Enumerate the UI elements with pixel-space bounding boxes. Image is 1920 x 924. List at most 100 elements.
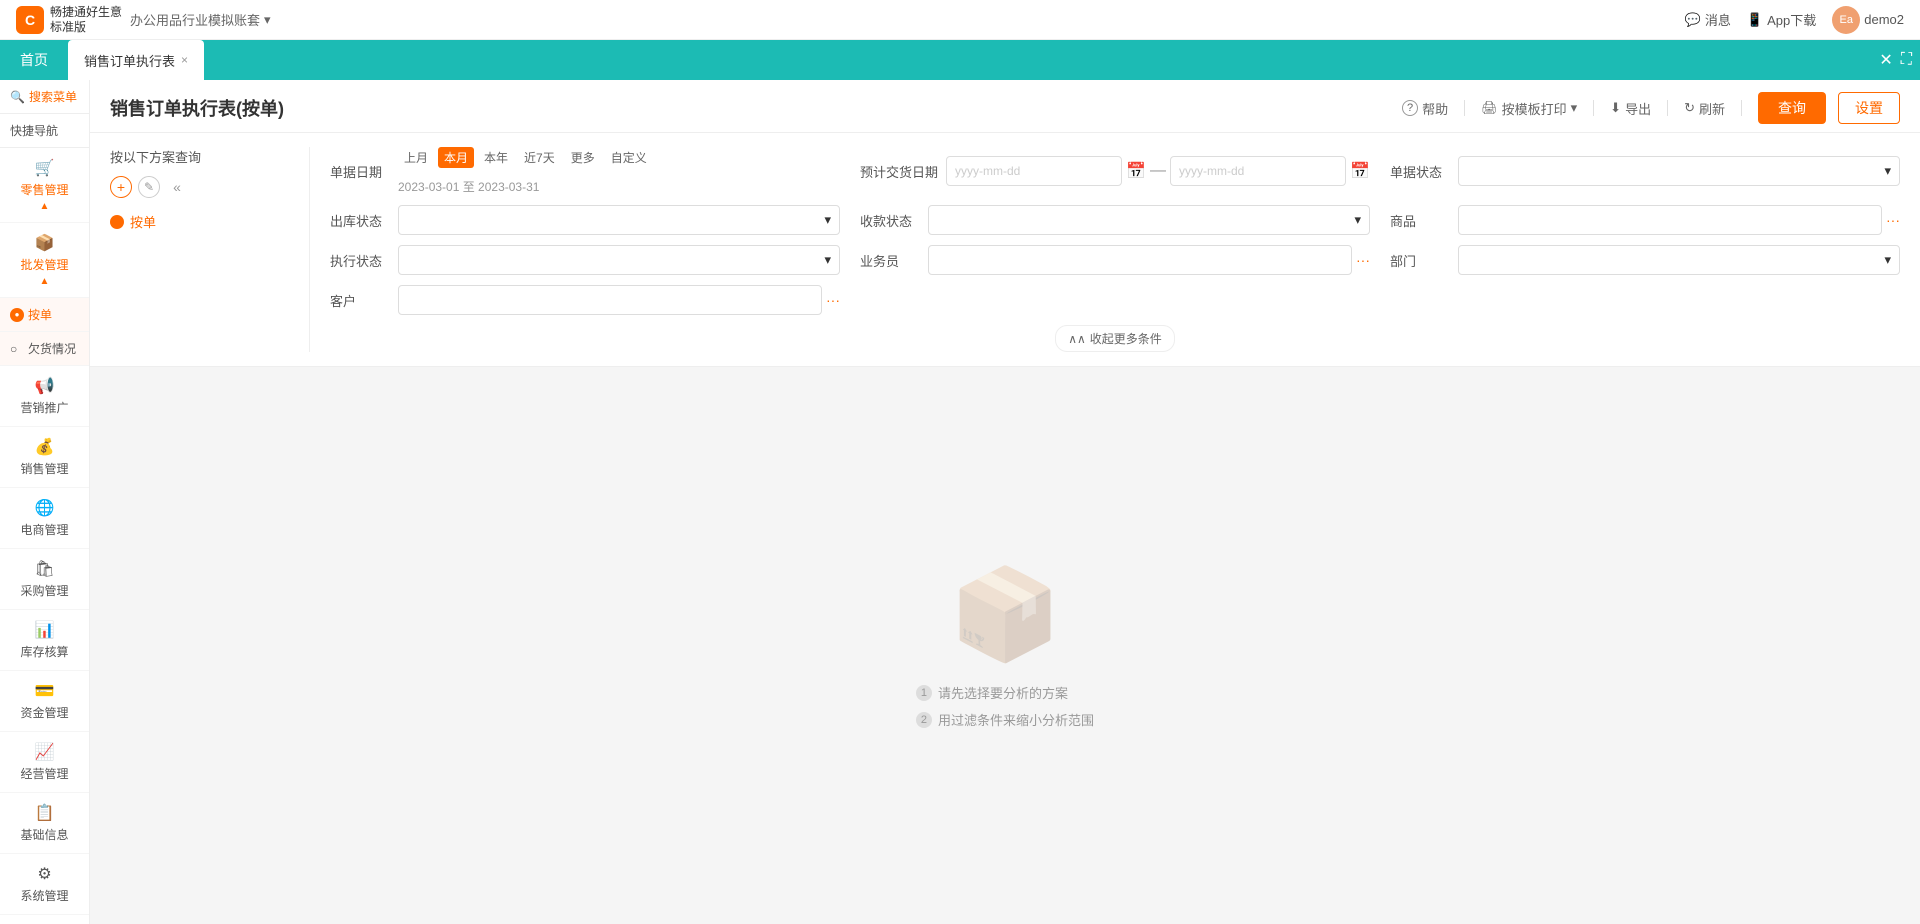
sidebar-item-system[interactable]: ⚙ 系统管理 bbox=[0, 854, 89, 915]
inventory-icon: 📊 bbox=[35, 620, 55, 640]
empty-tips: 1 请先选择要分析的方案 2 用过滤条件来缩小分析范围 bbox=[916, 683, 1094, 729]
customer-control: ··· bbox=[398, 285, 840, 315]
period-more[interactable]: 更多 bbox=[565, 147, 601, 168]
sidebar-item-sales[interactable]: 💰 销售管理 bbox=[0, 427, 89, 488]
chevron-icon: ▲ bbox=[40, 276, 50, 287]
scheme-actions: + ✎ « bbox=[110, 176, 293, 198]
print-chevron-icon: ▾ bbox=[1571, 100, 1578, 116]
collapse-scheme-btn[interactable]: « bbox=[166, 176, 188, 198]
sidebar-item-basic[interactable]: 📋 基础信息 bbox=[0, 793, 89, 854]
sidebar-item-wholesale[interactable]: 📦 批发管理 ▲ bbox=[0, 223, 89, 298]
status-select[interactable]: ▾ bbox=[1458, 156, 1900, 186]
goods-dots-btn[interactable]: ··· bbox=[1886, 212, 1900, 228]
sidebar-quick-nav[interactable]: 快捷导航 bbox=[0, 114, 89, 148]
receipt-chevron-icon: ▾ bbox=[1354, 212, 1361, 228]
date-cal-end-icon: 📅 bbox=[1350, 161, 1370, 181]
date-cal-start-icon: 📅 bbox=[1126, 161, 1146, 181]
period-custom[interactable]: 自定义 bbox=[605, 147, 653, 168]
salesperson-input[interactable] bbox=[928, 245, 1352, 275]
period-this-month[interactable]: 本月 bbox=[438, 147, 474, 168]
sidebar-search[interactable]: 🔍 搜索菜单 bbox=[0, 80, 89, 114]
add-scheme-btn[interactable]: + bbox=[110, 176, 132, 198]
query-button[interactable]: 查询 bbox=[1758, 92, 1826, 124]
status-label: 单据状态 bbox=[1390, 162, 1450, 181]
page-header: 销售订单执行表(按单) ? 帮助 🖨 按模板打印 ▾ ⬇ 导出 bbox=[90, 80, 1920, 133]
window-expand-btn[interactable]: ⛶ bbox=[1901, 51, 1912, 69]
scheme-item-press[interactable]: 按单 bbox=[110, 208, 293, 235]
sidebar-sub-item-owe[interactable]: ○ 欠货情况 bbox=[0, 332, 89, 366]
sidebar-sub-wholesale: ● 按单 ○ 欠货情况 bbox=[0, 298, 89, 366]
filter-controls: 单据日期 上月 本月 本年 近7天 更多 自定义 bbox=[310, 147, 1900, 352]
goods-input[interactable] bbox=[1458, 205, 1882, 235]
sidebar-item-ecommerce[interactable]: 🌐 电商管理 bbox=[0, 488, 89, 549]
customer-dots-btn[interactable]: ··· bbox=[826, 292, 840, 308]
period-last-month[interactable]: 上月 bbox=[398, 147, 434, 168]
sidebar-item-finance[interactable]: 💳 资金管理 bbox=[0, 671, 89, 732]
date-label: 单据日期 bbox=[330, 162, 390, 181]
breadcrumb[interactable]: 办公用品行业模拟账套 ▾ bbox=[130, 10, 271, 29]
refresh-btn[interactable]: ↻ 刷新 bbox=[1684, 99, 1725, 118]
print-btn[interactable]: 🖨 按模板打印 ▾ bbox=[1481, 99, 1577, 118]
print-icon: 🖨 bbox=[1481, 100, 1498, 116]
sidebar-item-purchase[interactable]: 🛍 采购管理 bbox=[0, 549, 89, 610]
collapse-filter-btn[interactable]: ∧∧ 收起更多条件 bbox=[1055, 325, 1175, 352]
system-icon: ⚙ bbox=[37, 864, 51, 884]
marketing-icon: 📢 bbox=[35, 376, 55, 396]
purchase-icon: 🛍 bbox=[34, 559, 54, 579]
scheme-title: 按以下方案查询 bbox=[110, 147, 293, 166]
scheme-active-dot bbox=[110, 215, 124, 229]
topbar: C 畅捷通好生意 标准版 办公用品行业模拟账套 ▾ 💬 消息 📱 App下载 E… bbox=[0, 0, 1920, 40]
app-download-btn[interactable]: 📱 App下载 bbox=[1747, 10, 1816, 29]
sidebar-item-retail[interactable]: 🛒 零售管理 ▲ bbox=[0, 148, 89, 223]
sidebar-item-marketing[interactable]: 📢 营销推广 bbox=[0, 366, 89, 427]
receipt-select[interactable]: ▾ bbox=[928, 205, 1370, 235]
sidebar-sub-item-press[interactable]: ● 按单 bbox=[0, 298, 89, 332]
finance-icon: 💳 bbox=[35, 681, 55, 701]
sidebar-item-inventory[interactable]: 📊 库存核算 bbox=[0, 610, 89, 671]
divider4 bbox=[1741, 100, 1742, 116]
filter-salesperson-row: 业务员 ··· bbox=[860, 245, 1370, 275]
period-this-year[interactable]: 本年 bbox=[478, 147, 514, 168]
tab-home[interactable]: 首页 bbox=[0, 40, 68, 80]
message-btn[interactable]: 💬 消息 bbox=[1685, 10, 1731, 29]
exec-label: 执行状态 bbox=[330, 251, 390, 270]
edit-icon: ✎ bbox=[144, 180, 154, 194]
help-icon: ? bbox=[1402, 100, 1418, 116]
settings-button[interactable]: 设置 bbox=[1838, 92, 1900, 124]
divider1 bbox=[1464, 100, 1465, 116]
ecommerce-icon: 🌐 bbox=[35, 498, 55, 518]
filter-customer-row: 客户 ··· bbox=[330, 285, 840, 315]
expected-date-label: 预计交货日期 bbox=[860, 162, 938, 181]
filter-goods-row: 商品 ··· bbox=[1390, 205, 1900, 235]
salesperson-label: 业务员 bbox=[860, 251, 920, 270]
collapse-icon: « bbox=[173, 179, 181, 195]
user-avatar-btn[interactable]: Ea demo2 bbox=[1832, 6, 1904, 34]
department-select[interactable]: ▾ bbox=[1458, 245, 1900, 275]
help-btn[interactable]: ? 帮助 bbox=[1402, 99, 1448, 118]
wholesale-icon: 📦 bbox=[35, 233, 55, 253]
export-btn[interactable]: ⬇ 导出 bbox=[1610, 99, 1651, 118]
goods-label: 商品 bbox=[1390, 211, 1450, 230]
active-dot: ● bbox=[10, 308, 24, 322]
tab-sales-order[interactable]: 销售订单执行表 × bbox=[68, 40, 204, 80]
tab-close-icon[interactable]: × bbox=[181, 53, 188, 67]
filter-scheme-panel: 按以下方案查询 + ✎ « 按单 bbox=[110, 147, 310, 352]
delivery-select[interactable]: ▾ bbox=[398, 205, 840, 235]
expected-date-end[interactable]: yyyy-mm-dd bbox=[1170, 156, 1346, 186]
edit-scheme-btn[interactable]: ✎ bbox=[138, 176, 160, 198]
window-close-btn[interactable]: ✕ bbox=[1879, 50, 1892, 70]
empty-illustration: 📦 bbox=[949, 562, 1061, 667]
customer-input[interactable] bbox=[398, 285, 822, 315]
salesperson-dots-btn[interactable]: ··· bbox=[1356, 252, 1370, 268]
collapse-row: ∧∧ 收起更多条件 bbox=[330, 325, 1900, 352]
expected-date-start[interactable]: yyyy-mm-dd bbox=[946, 156, 1122, 186]
sidebar-item-operation[interactable]: 📈 经营管理 bbox=[0, 732, 89, 793]
delivery-label: 出库状态 bbox=[330, 211, 390, 230]
divider2 bbox=[1593, 100, 1594, 116]
main-layout: 🔍 搜索菜单 快捷导航 🛒 零售管理 ▲ 📦 批发管理 ▲ ● 按单 ○ 欠货情… bbox=[0, 80, 1920, 924]
sidebar-item-enterprise[interactable]: 🤝 企业协同 bbox=[0, 915, 89, 924]
tabbar: 首页 销售订单执行表 × ✕ ⛶ bbox=[0, 40, 1920, 80]
exec-select[interactable]: ▾ bbox=[398, 245, 840, 275]
filter-layout: 按以下方案查询 + ✎ « 按单 bbox=[110, 147, 1900, 352]
period-last7[interactable]: 近7天 bbox=[518, 147, 561, 168]
